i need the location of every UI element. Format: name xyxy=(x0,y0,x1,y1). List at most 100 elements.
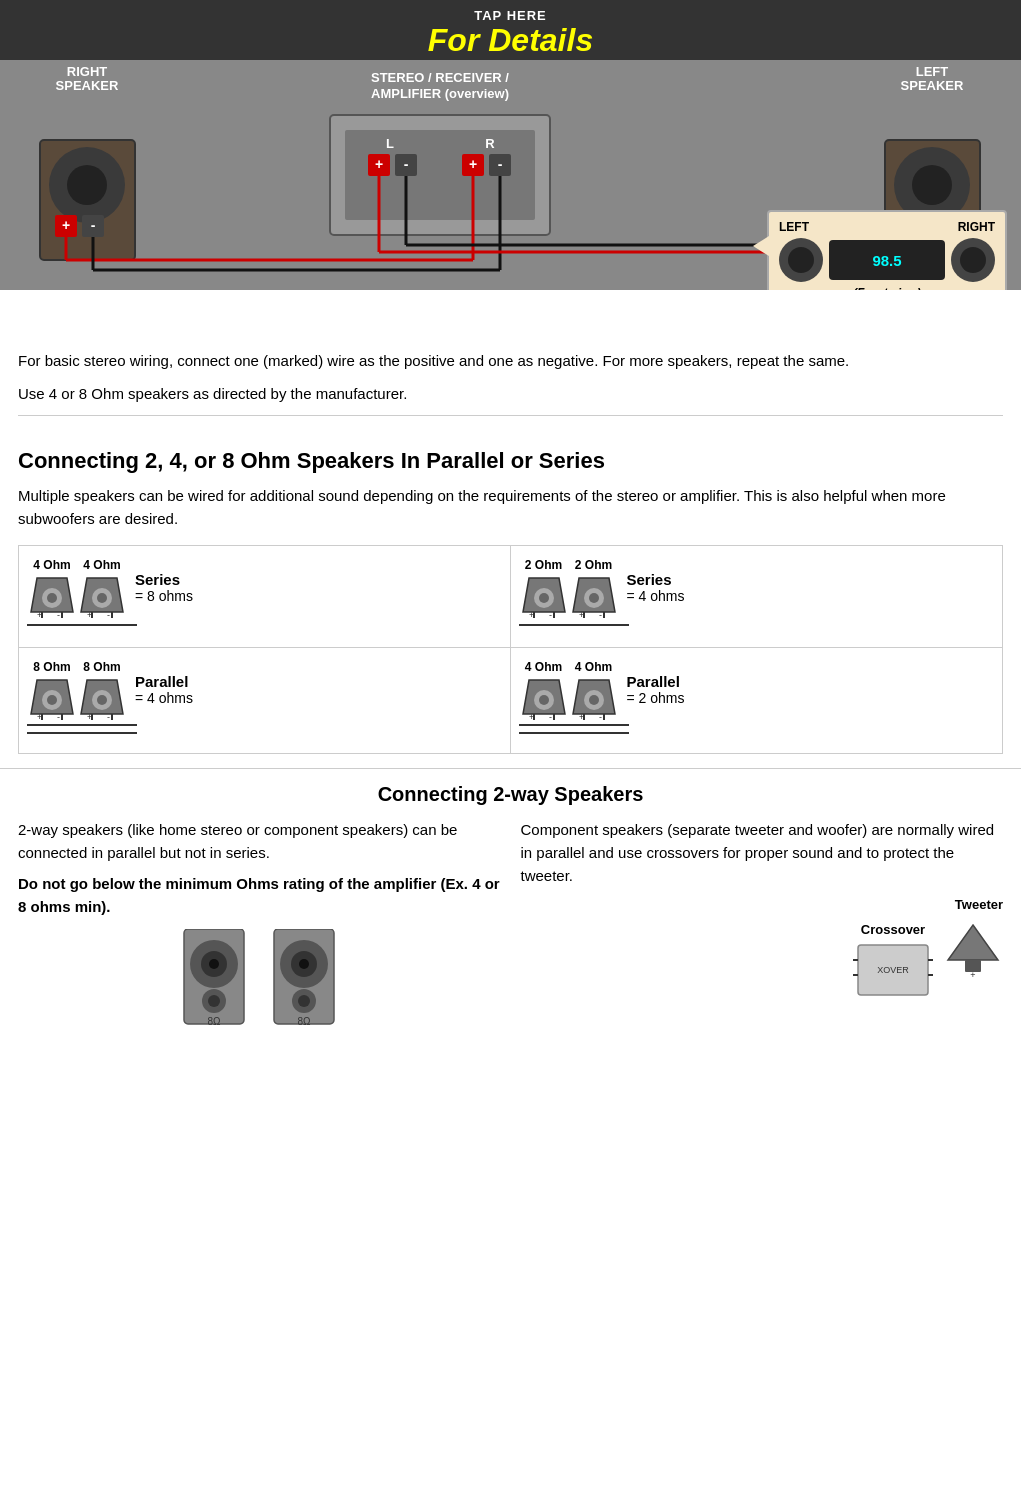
svg-text:+: + xyxy=(375,156,383,172)
svg-text:-: - xyxy=(57,610,60,618)
svg-text:-: - xyxy=(498,156,503,172)
parallel-wire-2 xyxy=(27,720,137,738)
svg-point-116 xyxy=(299,959,309,969)
diagram-cell-2: 8 Ohm + - 8 Ohm xyxy=(19,648,511,753)
two-way-right-col: Component speakers (separate tweeter and… xyxy=(521,818,1004,1029)
svg-text:-: - xyxy=(599,610,602,618)
two-way-spk-icon-1: 8Ω xyxy=(179,929,249,1029)
two-way-columns: 2-way speakers (like home stereo or comp… xyxy=(18,818,1003,1029)
svg-point-11 xyxy=(912,165,952,205)
diagram-cell-3: 4 Ohm + - 4 Ohm xyxy=(511,648,1003,753)
svg-point-46 xyxy=(47,593,57,603)
crossover-box: Crossover XOVER xyxy=(853,920,933,1000)
spk2-svg-0: + - xyxy=(77,572,127,618)
parallel-label-3: Parallel = 2 ohms xyxy=(627,673,685,706)
svg-text:-: - xyxy=(549,610,552,618)
two-way-right-text: Component speakers (separate tweeter and… xyxy=(521,818,1004,888)
svg-text:-: - xyxy=(91,217,96,233)
series-label-0: Series = 8 ohms xyxy=(135,571,193,604)
svg-text:+: + xyxy=(579,712,584,720)
svg-text:-: - xyxy=(599,712,602,720)
two-way-spk-icon-2: 8Ω xyxy=(269,929,339,1029)
mini-speaker-right xyxy=(951,238,995,282)
spk2-svg-3: + - xyxy=(569,674,619,720)
spk2-svg-1: + - xyxy=(569,572,619,618)
svg-marker-126 xyxy=(948,925,998,960)
svg-text:+: + xyxy=(37,712,42,720)
front-view-left-label: LEFT xyxy=(779,220,809,234)
two-way-left-bold: Do not go below the minimum Ohms rating … xyxy=(18,875,500,915)
parallel-series-body: Multiple speakers can be wired for addit… xyxy=(18,484,1003,531)
tap-here-banner[interactable]: TAP HERE For Details xyxy=(0,0,1021,60)
svg-text:+: + xyxy=(87,712,92,720)
spk1-svg-0: + - xyxy=(27,572,77,618)
svg-point-118 xyxy=(298,995,310,1007)
spk2-ohm-3: 4 Ohm xyxy=(575,660,612,674)
two-way-left-text1: 2-way speakers (like home stereo or comp… xyxy=(18,818,501,865)
svg-text:+: + xyxy=(37,610,42,618)
svg-point-53 xyxy=(97,593,107,603)
svg-text:+: + xyxy=(469,156,477,172)
parallel-label-2: Parallel = 4 ohms xyxy=(135,673,193,706)
description-section: For basic stereo wiring, connect one (ma… xyxy=(0,290,1021,434)
series-wire-0 xyxy=(27,618,137,632)
svg-text:8Ω: 8Ω xyxy=(298,1016,312,1027)
svg-text:SPEAKER: SPEAKER xyxy=(901,78,964,93)
two-way-left-col: 2-way speakers (like home stereo or comp… xyxy=(18,818,501,1029)
svg-text:+: + xyxy=(529,610,534,618)
front-view-right-label: RIGHT xyxy=(958,220,995,234)
two-way-section: Connecting 2-way Speakers 2-way speakers… xyxy=(0,768,1021,1043)
two-way-heading: Connecting 2-way Speakers xyxy=(18,783,1003,806)
for-details-label: For Details xyxy=(0,23,1021,58)
svg-text:+: + xyxy=(529,712,534,720)
spk2-ohm-2: 8 Ohm xyxy=(83,660,120,674)
tweeter-label: Tweeter xyxy=(521,895,1004,915)
callout-triangle xyxy=(753,236,769,256)
spk2-ohm-0: 4 Ohm xyxy=(83,558,120,572)
svg-text:R: R xyxy=(485,136,495,151)
speaker-icons-row: 8Ω 8Ω xyxy=(18,929,501,1029)
mini-speaker-left xyxy=(779,238,823,282)
spk1-svg-2: + - xyxy=(27,674,77,720)
svg-text:XOVER: XOVER xyxy=(877,965,909,975)
parallel-series-section: Connecting 2, 4, or 8 Ohm Speakers In Pa… xyxy=(0,434,1021,768)
svg-point-99 xyxy=(589,695,599,705)
spk2-svg-2: + - xyxy=(77,674,127,720)
spk1-ohm-0: 4 Ohm xyxy=(33,558,70,572)
crossover-label: Crossover xyxy=(861,920,925,940)
svg-point-2 xyxy=(67,165,107,205)
parallel-series-heading: Connecting 2, 4, or 8 Ohm Speakers In Pa… xyxy=(18,448,1003,474)
svg-point-92 xyxy=(539,695,549,705)
svg-text:-: - xyxy=(404,156,409,172)
svg-text:LEFT: LEFT xyxy=(916,64,949,79)
receiver-display: 98.5 xyxy=(829,240,945,280)
svg-text:-: - xyxy=(549,712,552,720)
speaker-diagrams-grid: 4 Ohm + - 4 Ohm xyxy=(18,545,1003,754)
svg-point-61 xyxy=(539,593,549,603)
svg-text:+: + xyxy=(62,217,70,233)
top-section: TAP HERE For Details + - RIGHT SPEAKER xyxy=(0,0,1021,290)
divider-1 xyxy=(18,415,1003,416)
spk1-svg-1: + - xyxy=(519,572,569,618)
wiring-diagram: + - RIGHT SPEAKER + - LEFT SPEAKER STERE… xyxy=(0,60,1021,280)
diagram-cell-0: 4 Ohm + - 4 Ohm xyxy=(19,546,511,648)
svg-text:AMPLIFIER (overview): AMPLIFIER (overview) xyxy=(371,86,509,101)
svg-point-68 xyxy=(589,593,599,603)
svg-text:SPEAKER: SPEAKER xyxy=(56,78,119,93)
crossover-diagram: Crossover XOVER + xyxy=(521,920,1004,1000)
svg-text:+: + xyxy=(87,610,92,618)
spk1-svg-3: + - xyxy=(519,674,569,720)
tap-here-label: TAP HERE xyxy=(474,8,547,23)
spk1-ohm-2: 8 Ohm xyxy=(33,660,70,674)
svg-text:L: L xyxy=(386,136,394,151)
svg-text:8Ω: 8Ω xyxy=(208,1016,222,1027)
tweeter-svg: + xyxy=(943,920,1003,980)
svg-text:+: + xyxy=(970,970,975,980)
svg-point-76 xyxy=(47,695,57,705)
description-para2: Use 4 or 8 Ohm speakers as directed by t… xyxy=(18,383,1003,406)
svg-point-109 xyxy=(209,959,219,969)
svg-text:-: - xyxy=(107,712,110,720)
crossover-svg: XOVER xyxy=(853,940,933,1000)
svg-text:-: - xyxy=(57,712,60,720)
svg-text:+: + xyxy=(579,610,584,618)
